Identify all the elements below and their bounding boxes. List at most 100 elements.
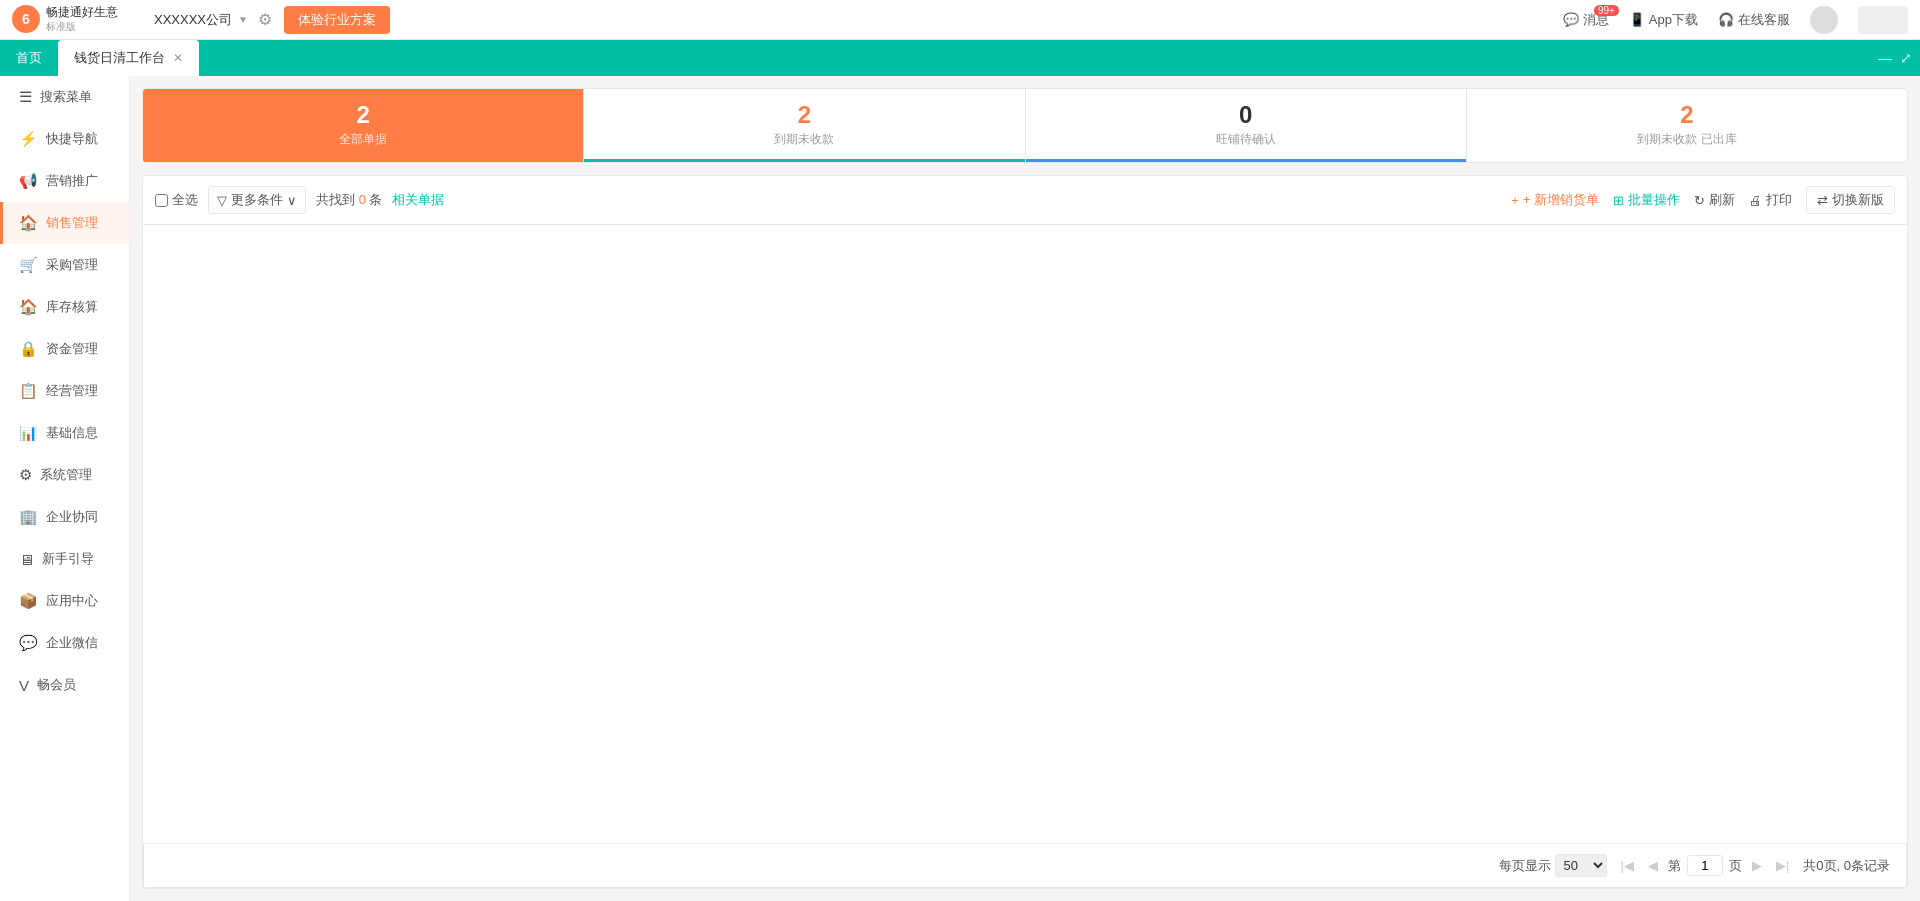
stat-card-all[interactable]: 2 全部单据 [143,89,584,162]
app-version: 标准版 [46,20,118,34]
finance-icon: 🔒 [19,340,38,358]
switch-version-button[interactable]: ⇄ 切换新版 [1806,186,1895,214]
sales-icon: 🏠 [19,214,38,232]
settings-button[interactable]: ⚙ [258,10,272,29]
sidebar-item-system[interactable]: ⚙ 系统管理 [0,454,129,496]
stat-label-shipped: 到期未收款 已出库 [1637,131,1736,148]
select-all-checkbox[interactable]: 全选 [155,191,198,209]
message-icon: 💬 [1563,12,1579,27]
sidebar-item-app-center[interactable]: 📦 应用中心 [0,580,129,622]
table-area: 每页显示 50 100 200 |◀ ◀ 第 页 ▶ ▶| 共0页, 0 [142,225,1908,889]
found-text: 共找到 0 条 [316,191,382,209]
add-sales-button[interactable]: + + 新增销货单 [1511,191,1599,209]
more-filter-button[interactable]: ▽ 更多条件 ∨ [208,186,306,214]
sidebar-item-member[interactable]: V 畅会员 [0,664,129,706]
page-size-selector: 每页显示 50 100 200 [1499,854,1607,877]
page-size-select[interactable]: 50 100 200 [1555,854,1607,877]
plus-icon: + [1511,193,1519,208]
stat-card-wangpu[interactable]: 0 旺铺待确认 [1026,89,1467,162]
inventory-icon: 🏠 [19,298,38,316]
main-layout: ☰ 搜索菜单 ⚡ 快捷导航 📢 营销推广 🏠 销售管理 🛒 采购管理 🏠 库存核… [0,76,1920,901]
stat-card-overdue[interactable]: 2 到期未收款 [584,89,1025,162]
tab-work-bench[interactable]: 钱货日清工作台 ✕ [58,40,199,76]
stat-indicator-overdue [584,159,1024,162]
logo-icon: 6 [12,5,40,33]
quick-nav-icon: ⚡ [19,130,38,148]
app-download-button[interactable]: 📱 App下载 [1629,11,1698,29]
refresh-button[interactable]: ↻ 刷新 [1694,191,1735,209]
sidebar: ☰ 搜索菜单 ⚡ 快捷导航 📢 营销推广 🏠 销售管理 🛒 采购管理 🏠 库存核… [0,76,130,901]
pagination: 每页显示 50 100 200 |◀ ◀ 第 页 ▶ ▶| 共0页, 0 [143,843,1907,888]
filter-icon: ▽ [217,193,227,208]
sidebar-item-enterprise[interactable]: 🏢 企业协同 [0,496,129,538]
first-page-button[interactable]: |◀ [1617,856,1638,875]
sidebar-item-finance[interactable]: 🔒 资金管理 [0,328,129,370]
stat-label-wangpu: 旺铺待确认 [1216,131,1276,148]
stat-indicator-all [143,159,583,162]
nav-right-icons: — ⤢ [1878,50,1920,66]
online-service-button[interactable]: 🎧 在线客服 [1718,11,1790,29]
logo-area: 6 畅捷通好生意 标准版 [12,5,142,33]
sidebar-item-marketing[interactable]: 📢 营销推广 [0,160,129,202]
purchase-icon: 🛒 [19,256,38,274]
batch-icon: ⊞ [1613,193,1624,208]
trial-button[interactable]: 体验行业方案 [284,6,390,34]
last-page-button[interactable]: ▶| [1772,856,1793,875]
header-right: 💬 消息 99+ 📱 App下载 🎧 在线客服 [1563,6,1908,34]
total-text: 共0页, 0条记录 [1803,857,1890,875]
company-name: XXXXXX公司 [154,11,232,29]
user-name-placeholder [1858,6,1908,34]
tab-close-icon[interactable]: ✕ [173,51,183,65]
switch-icon: ⇄ [1817,193,1828,208]
stat-label-overdue: 到期未收款 [774,131,834,148]
refresh-icon: ↻ [1694,193,1705,208]
stat-number-wangpu: 0 [1239,103,1252,127]
marketing-icon: 📢 [19,172,38,190]
stat-indicator-wangpu [1026,159,1466,162]
prev-page-button[interactable]: ◀ [1644,856,1662,875]
minimize-icon[interactable]: — [1878,50,1892,66]
toolbar-right: + + 新增销货单 ⊞ 批量操作 ↻ 刷新 🖨 打印 ⇄ 切换新版 [1511,186,1895,214]
content-area: 2 全部单据 2 到期未收款 0 旺铺待确认 2 到期未收款 已出库 [130,76,1920,901]
wechat-icon: 💬 [19,634,38,652]
enterprise-icon: 🏢 [19,508,38,526]
chevron-filter-icon: ∨ [287,193,297,208]
next-page-button[interactable]: ▶ [1748,856,1766,875]
sidebar-item-sales[interactable]: 🏠 销售管理 [0,202,129,244]
page-nav: |◀ ◀ 第 页 ▶ ▶| [1617,855,1794,876]
stat-number-all: 2 [356,103,369,127]
app-center-icon: 📦 [19,592,38,610]
basic-info-icon: 📊 [19,424,38,442]
search-menu-icon: ☰ [19,88,32,106]
related-link[interactable]: 相关单据 [392,191,444,209]
system-icon: ⚙ [19,466,32,484]
chevron-down-icon: ▼ [238,14,248,25]
company-selector[interactable]: XXXXXX公司 ▼ [154,11,248,29]
select-all-input[interactable] [155,194,168,207]
sidebar-item-guide[interactable]: 🖥 新手引导 [0,538,129,580]
stats-row: 2 全部单据 2 到期未收款 0 旺铺待确认 2 到期未收款 已出库 [142,88,1908,163]
tab-home[interactable]: 首页 [0,40,58,76]
sidebar-item-purchase[interactable]: 🛒 采购管理 [0,244,129,286]
sidebar-item-basic-info[interactable]: 📊 基础信息 [0,412,129,454]
messages-badge: 99+ [1594,5,1619,16]
table-empty-state [143,225,1907,843]
batch-ops-button[interactable]: ⊞ 批量操作 [1613,191,1680,209]
expand-icon[interactable]: ⤢ [1900,50,1912,66]
sidebar-item-quick-nav[interactable]: ⚡ 快捷导航 [0,118,129,160]
service-icon: 🎧 [1718,12,1734,27]
found-count: 0 [359,192,366,207]
member-icon: V [19,677,29,694]
stat-number-overdue: 2 [798,103,811,127]
page-input[interactable] [1687,855,1723,876]
toolbar: 全选 ▽ 更多条件 ∨ 共找到 0 条 相关单据 + + 新增销货单 ⊞ [142,175,1908,225]
avatar[interactable] [1810,6,1838,34]
sidebar-item-wechat[interactable]: 💬 企业微信 [0,622,129,664]
messages-button[interactable]: 💬 消息 99+ [1563,11,1609,29]
operations-icon: 📋 [19,382,38,400]
print-button[interactable]: 🖨 打印 [1749,191,1792,209]
sidebar-item-search-menu[interactable]: ☰ 搜索菜单 [0,76,129,118]
sidebar-item-operations[interactable]: 📋 经营管理 [0,370,129,412]
sidebar-item-inventory[interactable]: 🏠 库存核算 [0,286,129,328]
stat-card-shipped[interactable]: 2 到期未收款 已出库 [1467,89,1907,162]
